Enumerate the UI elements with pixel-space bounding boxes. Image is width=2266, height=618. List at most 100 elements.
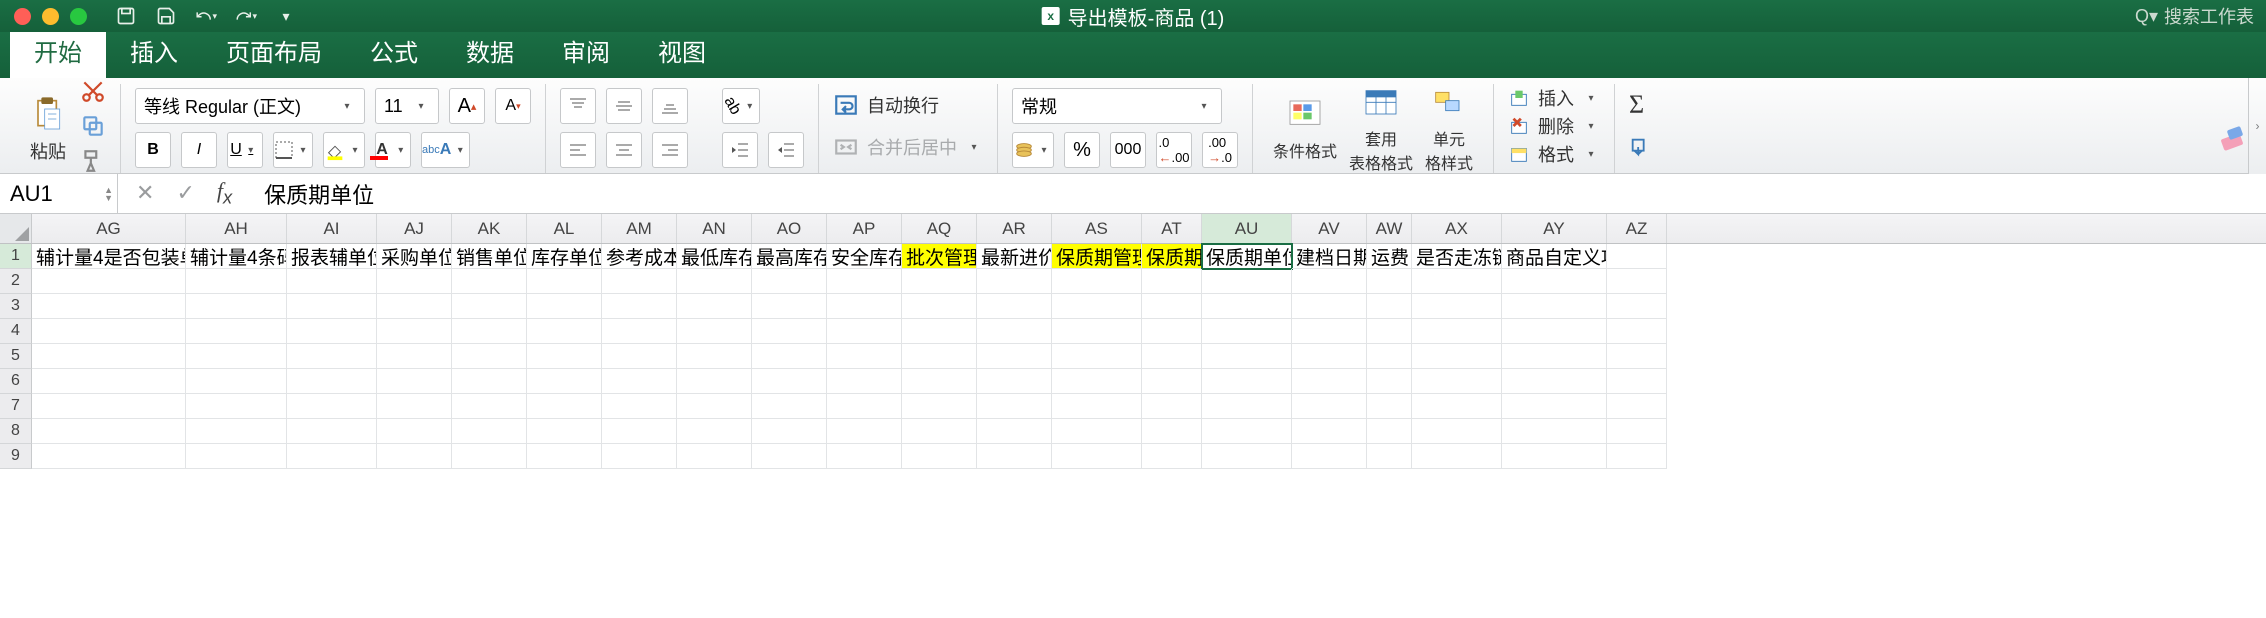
cell-AO2[interactable] (752, 269, 827, 294)
cell-AS8[interactable] (1052, 419, 1142, 444)
cell-AJ3[interactable] (377, 294, 452, 319)
spreadsheet-grid[interactable]: AGAHAIAJAKALAMANAOAPAQARASATAUAVAWAXAYAZ… (0, 214, 2266, 469)
cell-AX5[interactable] (1412, 344, 1502, 369)
align-bottom-button[interactable] (652, 88, 688, 124)
align-left-button[interactable] (560, 132, 596, 168)
cell-AI4[interactable] (287, 319, 377, 344)
cell-AR6[interactable] (977, 369, 1052, 394)
column-header-AH[interactable]: AH (186, 214, 287, 243)
cell-AU5[interactable] (1202, 344, 1292, 369)
cell-AX2[interactable] (1412, 269, 1502, 294)
cell-AN7[interactable] (677, 394, 752, 419)
cell-AM6[interactable] (602, 369, 677, 394)
save-icon[interactable] (155, 5, 177, 27)
cell-AX6[interactable] (1412, 369, 1502, 394)
cell-AV4[interactable] (1292, 319, 1367, 344)
column-header-AI[interactable]: AI (287, 214, 377, 243)
fx-icon[interactable]: fx (217, 178, 232, 208)
cell-AR8[interactable] (977, 419, 1052, 444)
align-middle-button[interactable] (606, 88, 642, 124)
cell-AX7[interactable] (1412, 394, 1502, 419)
format-as-table-button[interactable]: 套用 表格格式 (1343, 82, 1419, 176)
cell-AJ7[interactable] (377, 394, 452, 419)
cell-AI5[interactable] (287, 344, 377, 369)
cell-AV6[interactable] (1292, 369, 1367, 394)
fill-button[interactable] (1629, 126, 1651, 168)
column-header-AT[interactable]: AT (1142, 214, 1202, 243)
cell-AL4[interactable] (527, 319, 602, 344)
cell-AS3[interactable] (1052, 294, 1142, 319)
row-header-6[interactable]: 6 (0, 369, 32, 394)
cell-AY2[interactable] (1502, 269, 1607, 294)
cell-AV2[interactable] (1292, 269, 1367, 294)
namebox-stepper[interactable]: ▲▼ (104, 186, 113, 202)
cell-AN4[interactable] (677, 319, 752, 344)
cell-AO6[interactable] (752, 369, 827, 394)
cell-AH5[interactable] (186, 344, 287, 369)
cell-AS6[interactable] (1052, 369, 1142, 394)
bold-button[interactable]: B (135, 132, 171, 168)
minimize-window-button[interactable] (42, 8, 59, 25)
cell-AW9[interactable] (1367, 444, 1412, 469)
accept-formula-icon[interactable]: ✓ (176, 180, 194, 206)
cell-AG5[interactable] (32, 344, 186, 369)
undo-icon[interactable]: ▾ (195, 5, 217, 27)
cut-icon[interactable] (80, 78, 106, 109)
cell-AW1[interactable]: 运费 (1367, 244, 1412, 269)
border-button[interactable]: ▾ (273, 132, 313, 168)
column-header-AW[interactable]: AW (1367, 214, 1412, 243)
cell-AV7[interactable] (1292, 394, 1367, 419)
row-header-9[interactable]: 9 (0, 444, 32, 469)
percent-button[interactable]: % (1064, 132, 1100, 168)
cell-AP5[interactable] (827, 344, 902, 369)
cell-AZ2[interactable] (1607, 269, 1667, 294)
cell-AW7[interactable] (1367, 394, 1412, 419)
column-header-AL[interactable]: AL (527, 214, 602, 243)
cell-AX3[interactable] (1412, 294, 1502, 319)
clear-button[interactable] (2218, 124, 2252, 152)
cell-AI9[interactable] (287, 444, 377, 469)
cell-AG4[interactable] (32, 319, 186, 344)
tab-数据[interactable]: 数据 (442, 25, 538, 78)
cell-AG3[interactable] (32, 294, 186, 319)
cell-AL6[interactable] (527, 369, 602, 394)
increase-indent-button[interactable] (768, 132, 804, 168)
redo-icon[interactable]: ▾ (235, 5, 257, 27)
column-header-AJ[interactable]: AJ (377, 214, 452, 243)
cell-AG2[interactable] (32, 269, 186, 294)
row-header-2[interactable]: 2 (0, 269, 32, 294)
cell-AU1[interactable]: 保质期单位 (1202, 244, 1292, 269)
cell-AJ2[interactable] (377, 269, 452, 294)
name-box[interactable]: AU1 ▲▼ (0, 174, 118, 213)
wrap-text-button[interactable]: 自动换行 (833, 84, 983, 126)
cell-AP4[interactable] (827, 319, 902, 344)
cell-AZ4[interactable] (1607, 319, 1667, 344)
cell-AP2[interactable] (827, 269, 902, 294)
cell-AO5[interactable] (752, 344, 827, 369)
merge-center-button[interactable]: 合并后居中 ▾ (833, 126, 983, 168)
cell-AL5[interactable] (527, 344, 602, 369)
cell-AI6[interactable] (287, 369, 377, 394)
cell-AL2[interactable] (527, 269, 602, 294)
cell-AT5[interactable] (1142, 344, 1202, 369)
row-header-8[interactable]: 8 (0, 419, 32, 444)
column-header-AV[interactable]: AV (1292, 214, 1367, 243)
cell-AO4[interactable] (752, 319, 827, 344)
cell-AU8[interactable] (1202, 419, 1292, 444)
cell-AM2[interactable] (602, 269, 677, 294)
cell-AH2[interactable] (186, 269, 287, 294)
cell-AP8[interactable] (827, 419, 902, 444)
font-size-select[interactable]: 11▾ (375, 88, 439, 124)
column-header-AY[interactable]: AY (1502, 214, 1607, 243)
cell-AK9[interactable] (452, 444, 527, 469)
cell-styles-button[interactable]: 单元 格样式 (1419, 82, 1479, 176)
cell-AT8[interactable] (1142, 419, 1202, 444)
underline-button[interactable]: U▾ (227, 132, 263, 168)
cell-AR2[interactable] (977, 269, 1052, 294)
cell-AK5[interactable] (452, 344, 527, 369)
cell-AZ9[interactable] (1607, 444, 1667, 469)
autosum-button[interactable]: Σ (1629, 84, 1651, 126)
currency-button[interactable]: ▾ (1012, 132, 1054, 168)
align-right-button[interactable] (652, 132, 688, 168)
cell-AQ7[interactable] (902, 394, 977, 419)
